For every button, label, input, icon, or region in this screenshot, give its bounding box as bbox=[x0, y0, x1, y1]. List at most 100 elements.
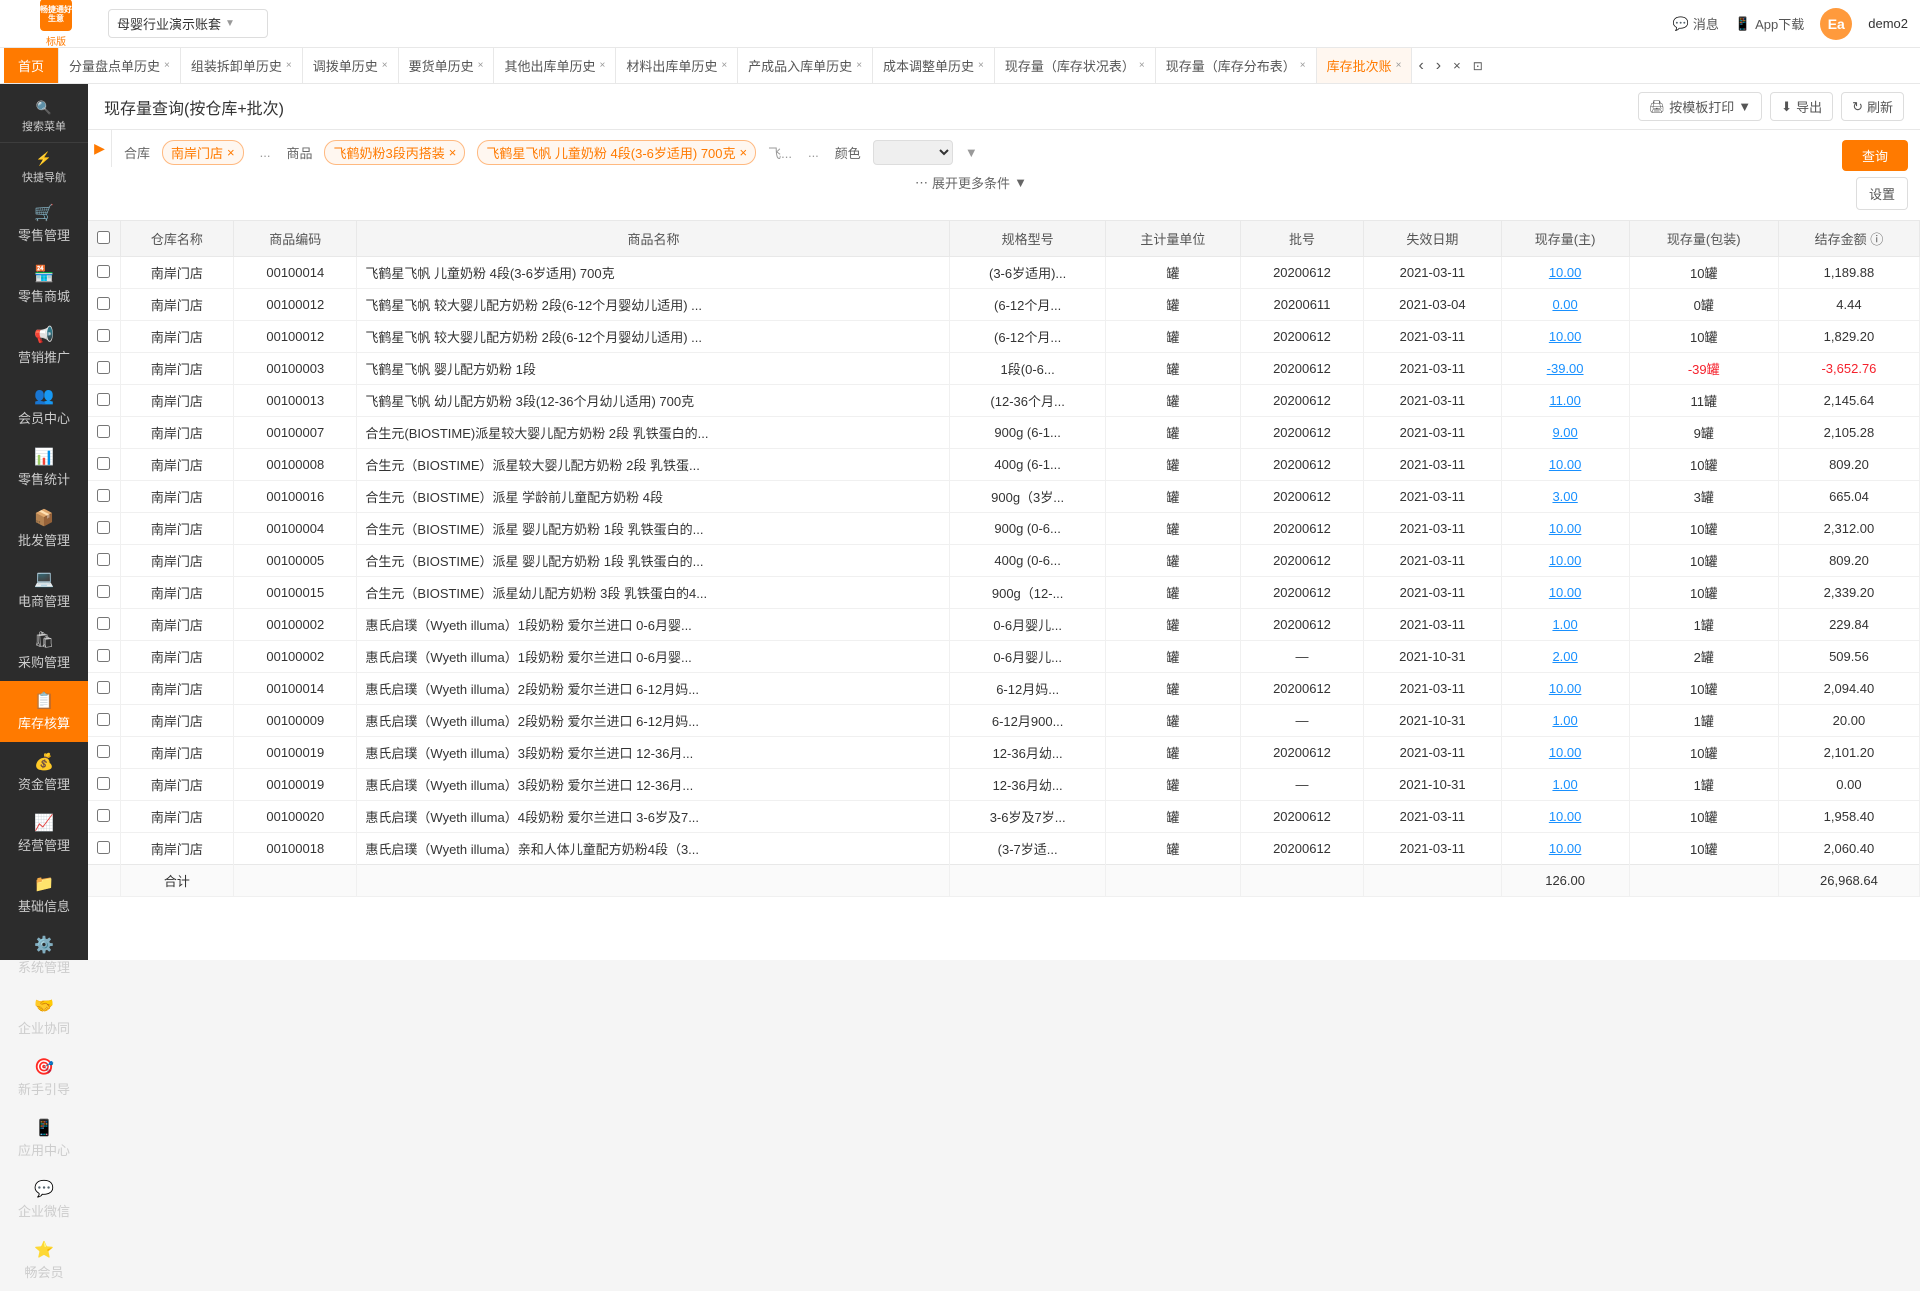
color-filter-select[interactable] bbox=[873, 140, 953, 165]
row-stock-main[interactable]: 10.00 bbox=[1501, 545, 1629, 577]
tab-close-all-btn[interactable]: × bbox=[1447, 58, 1467, 73]
tab-product-in[interactable]: 产成品入库单历史 × bbox=[738, 48, 873, 84]
product-tag-2-close[interactable]: × bbox=[740, 145, 748, 160]
sidebar-item-member-benefit[interactable]: ⭐ 畅会员 bbox=[0, 1230, 88, 1291]
row-stock-main[interactable]: 10.00 bbox=[1501, 737, 1629, 769]
row-checkbox[interactable] bbox=[97, 681, 110, 694]
product-filter-more[interactable]: 飞... bbox=[768, 143, 792, 162]
row-no[interactable] bbox=[88, 257, 120, 289]
sidebar-item-system[interactable]: ⚙️ 系统管理 bbox=[0, 925, 88, 986]
row-no[interactable] bbox=[88, 801, 120, 833]
row-no[interactable] bbox=[88, 737, 120, 769]
sidebar-item-retail[interactable]: 🛒 零售管理 bbox=[0, 193, 88, 254]
row-checkbox[interactable] bbox=[97, 553, 110, 566]
tab-cost-adjust[interactable]: 成本调整单历史 × bbox=[873, 48, 995, 84]
tab-close-icon[interactable]: × bbox=[478, 60, 484, 71]
row-no[interactable] bbox=[88, 577, 120, 609]
query-button[interactable]: 查询 bbox=[1842, 140, 1908, 171]
sidebar-item-enterprise[interactable]: 🤝 企业协同 bbox=[0, 986, 88, 1047]
row-no[interactable] bbox=[88, 673, 120, 705]
tab-close-icon[interactable]: × bbox=[721, 60, 727, 71]
tab-material-out[interactable]: 材料出库单历史 × bbox=[616, 48, 738, 84]
row-no[interactable] bbox=[88, 321, 120, 353]
sidebar-item-inventory[interactable]: 📋 库存核算 bbox=[0, 681, 88, 742]
row-stock-main[interactable]: 10.00 bbox=[1501, 801, 1629, 833]
tab-stock-status[interactable]: 现存量（库存状况表） × bbox=[995, 48, 1156, 84]
sidebar-item-retail-stat[interactable]: 📊 零售统计 bbox=[0, 437, 88, 498]
warehouse-filter-tag[interactable]: 南岸门店 × bbox=[162, 140, 244, 165]
row-no[interactable] bbox=[88, 769, 120, 801]
sidebar-item-purchase[interactable]: 🛍 采购管理 bbox=[0, 620, 88, 681]
tab-close-icon[interactable]: × bbox=[382, 60, 388, 71]
tab-close-icon[interactable]: × bbox=[164, 60, 170, 71]
row-no[interactable] bbox=[88, 385, 120, 417]
refresh-button[interactable]: ↻ 刷新 bbox=[1841, 92, 1904, 121]
sidebar-item-retail-store[interactable]: 🏪 零售商城 bbox=[0, 254, 88, 315]
row-stock-main[interactable]: 10.00 bbox=[1501, 449, 1629, 481]
tab-close-icon[interactable]: × bbox=[978, 60, 984, 71]
setting-button[interactable]: 设置 bbox=[1856, 177, 1908, 210]
row-no[interactable] bbox=[88, 289, 120, 321]
tab-close-icon[interactable]: × bbox=[1300, 60, 1306, 71]
row-checkbox[interactable] bbox=[97, 617, 110, 630]
row-stock-main[interactable]: 1.00 bbox=[1501, 705, 1629, 737]
row-checkbox[interactable] bbox=[97, 777, 110, 790]
tab-batch-account[interactable]: 库存批次账 × bbox=[1317, 48, 1413, 84]
tab-requisition[interactable]: 调拨单历史 × bbox=[303, 48, 399, 84]
row-no[interactable] bbox=[88, 641, 120, 673]
row-checkbox[interactable] bbox=[97, 297, 110, 310]
row-checkbox[interactable] bbox=[97, 745, 110, 758]
row-stock-main[interactable]: 10.00 bbox=[1501, 513, 1629, 545]
row-checkbox[interactable] bbox=[97, 489, 110, 502]
row-no[interactable] bbox=[88, 705, 120, 737]
row-stock-main[interactable]: 0.00 bbox=[1501, 289, 1629, 321]
row-checkbox[interactable] bbox=[97, 329, 110, 342]
row-no[interactable] bbox=[88, 545, 120, 577]
row-checkbox[interactable] bbox=[97, 361, 110, 374]
tab-close-icon[interactable]: × bbox=[1139, 60, 1145, 71]
tab-close-icon[interactable]: × bbox=[599, 60, 605, 71]
tab-home[interactable]: 首页 bbox=[4, 48, 59, 84]
row-no[interactable] bbox=[88, 513, 120, 545]
tab-disassembly[interactable]: 组装拆卸单历史 × bbox=[181, 48, 303, 84]
row-stock-main[interactable]: 2.00 bbox=[1501, 641, 1629, 673]
row-checkbox[interactable] bbox=[97, 585, 110, 598]
sidebar-item-guide[interactable]: 🎯 新手引导 bbox=[0, 1047, 88, 1108]
sidebar-item-app-center[interactable]: 📱 应用中心 bbox=[0, 1108, 88, 1169]
tab-maximize-btn[interactable]: ⊡ bbox=[1467, 59, 1489, 73]
row-stock-main[interactable]: 11.00 bbox=[1501, 385, 1629, 417]
tab-close-icon[interactable]: × bbox=[286, 60, 292, 71]
row-checkbox[interactable] bbox=[97, 521, 110, 534]
row-stock-main[interactable]: 1.00 bbox=[1501, 609, 1629, 641]
tab-require[interactable]: 要货单历史 × bbox=[399, 48, 495, 84]
row-checkbox[interactable] bbox=[97, 457, 110, 470]
template-print-button[interactable]: 🖨 按模板打印 ▼ bbox=[1638, 92, 1762, 121]
user-avatar[interactable]: Ea bbox=[1820, 8, 1852, 40]
product-filter-tag-2[interactable]: 飞鹤星飞帆 儿童奶粉 4段(3-6岁适用) 700克 × bbox=[477, 140, 756, 165]
row-checkbox[interactable] bbox=[97, 393, 110, 406]
expand-more-conditions[interactable]: ⋯ 展开更多条件 ▼ bbox=[124, 173, 1818, 192]
row-stock-main[interactable]: 10.00 bbox=[1501, 833, 1629, 865]
tab-close-icon[interactable]: × bbox=[1396, 60, 1402, 71]
row-checkbox[interactable] bbox=[97, 649, 110, 662]
row-stock-main[interactable]: 3.00 bbox=[1501, 481, 1629, 513]
message-button[interactable]: 💬 消息 bbox=[1673, 14, 1719, 33]
product-filter-tag-1[interactable]: 飞鹤奶粉3段丙搭装 × bbox=[324, 140, 465, 165]
sidebar-item-finance[interactable]: 💰 资金管理 bbox=[0, 742, 88, 803]
row-checkbox[interactable] bbox=[97, 841, 110, 854]
col-checkbox[interactable] bbox=[88, 221, 120, 257]
sidebar-quick-nav[interactable]: ⚡ 快捷导航 bbox=[0, 143, 88, 193]
sidebar-item-enterprise-wechat[interactable]: 💬 企业微信 bbox=[0, 1169, 88, 1230]
sidebar-search[interactable]: 🔍 搜索菜单 bbox=[0, 92, 88, 143]
row-no[interactable] bbox=[88, 417, 120, 449]
sidebar-item-wholesale[interactable]: 📦 批发管理 bbox=[0, 498, 88, 559]
row-no[interactable] bbox=[88, 833, 120, 865]
sidebar-item-management[interactable]: 📈 经营管理 bbox=[0, 803, 88, 864]
row-no[interactable] bbox=[88, 353, 120, 385]
product-filter-dots[interactable]: ... bbox=[808, 145, 819, 160]
row-stock-main[interactable]: 10.00 bbox=[1501, 257, 1629, 289]
tab-prev-btn[interactable]: ‹ bbox=[1412, 57, 1429, 75]
app-download-button[interactable]: 📱 App下载 bbox=[1735, 14, 1804, 33]
sidebar-item-base[interactable]: 📁 基础信息 bbox=[0, 864, 88, 925]
tab-inventory-history[interactable]: 分量盘点单历史 × bbox=[59, 48, 181, 84]
